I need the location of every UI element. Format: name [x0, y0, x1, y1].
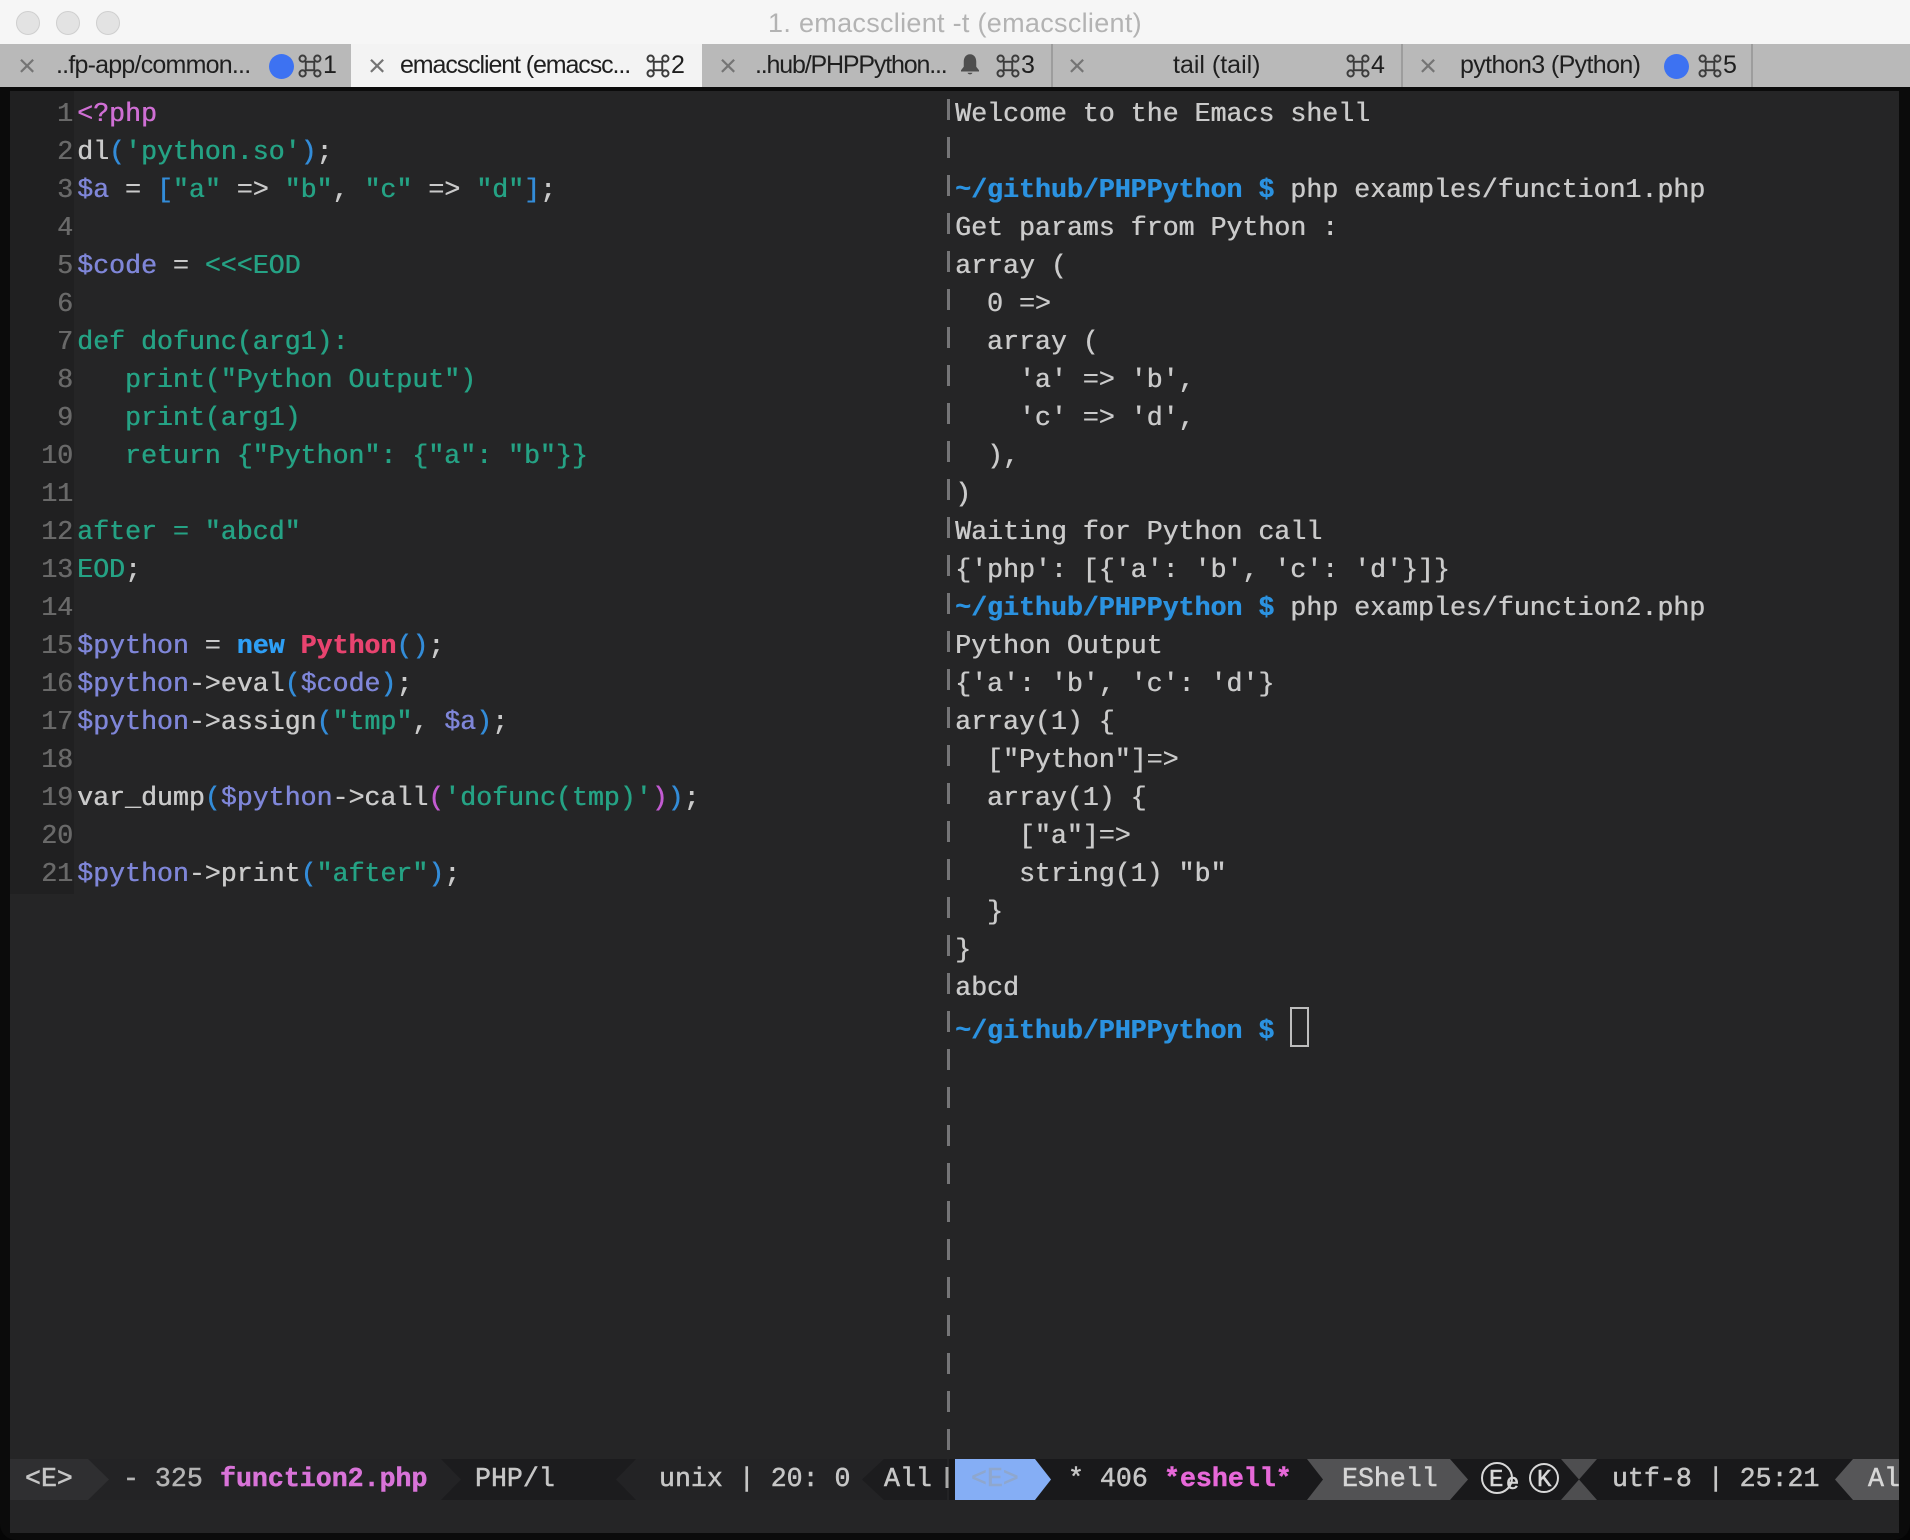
svg-text:utf-8 | 25:21: utf-8 | 25:21: [1612, 1464, 1819, 1494]
svg-text:K: K: [1537, 1467, 1552, 1494]
svg-text:- 325: - 325: [123, 1464, 203, 1494]
svg-text:*eshell*: *eshell*: [1164, 1464, 1292, 1494]
svg-text:<E>: <E>: [971, 1464, 1019, 1494]
svg-text:<E>: <E>: [25, 1464, 73, 1494]
svg-text:* 406: * 406: [1068, 1464, 1148, 1494]
svg-text:PHP/l: PHP/l: [475, 1464, 555, 1494]
svg-text:e: e: [1506, 1471, 1519, 1496]
svg-text:EShell: EShell: [1342, 1464, 1438, 1494]
svg-text:Al: Al: [1868, 1464, 1900, 1494]
svg-text:All: All: [884, 1464, 932, 1494]
svg-text:E: E: [1489, 1467, 1503, 1494]
svg-text:unix | 20: 0: unix | 20: 0: [659, 1464, 851, 1494]
svg-text:function2.php: function2.php: [220, 1464, 427, 1494]
